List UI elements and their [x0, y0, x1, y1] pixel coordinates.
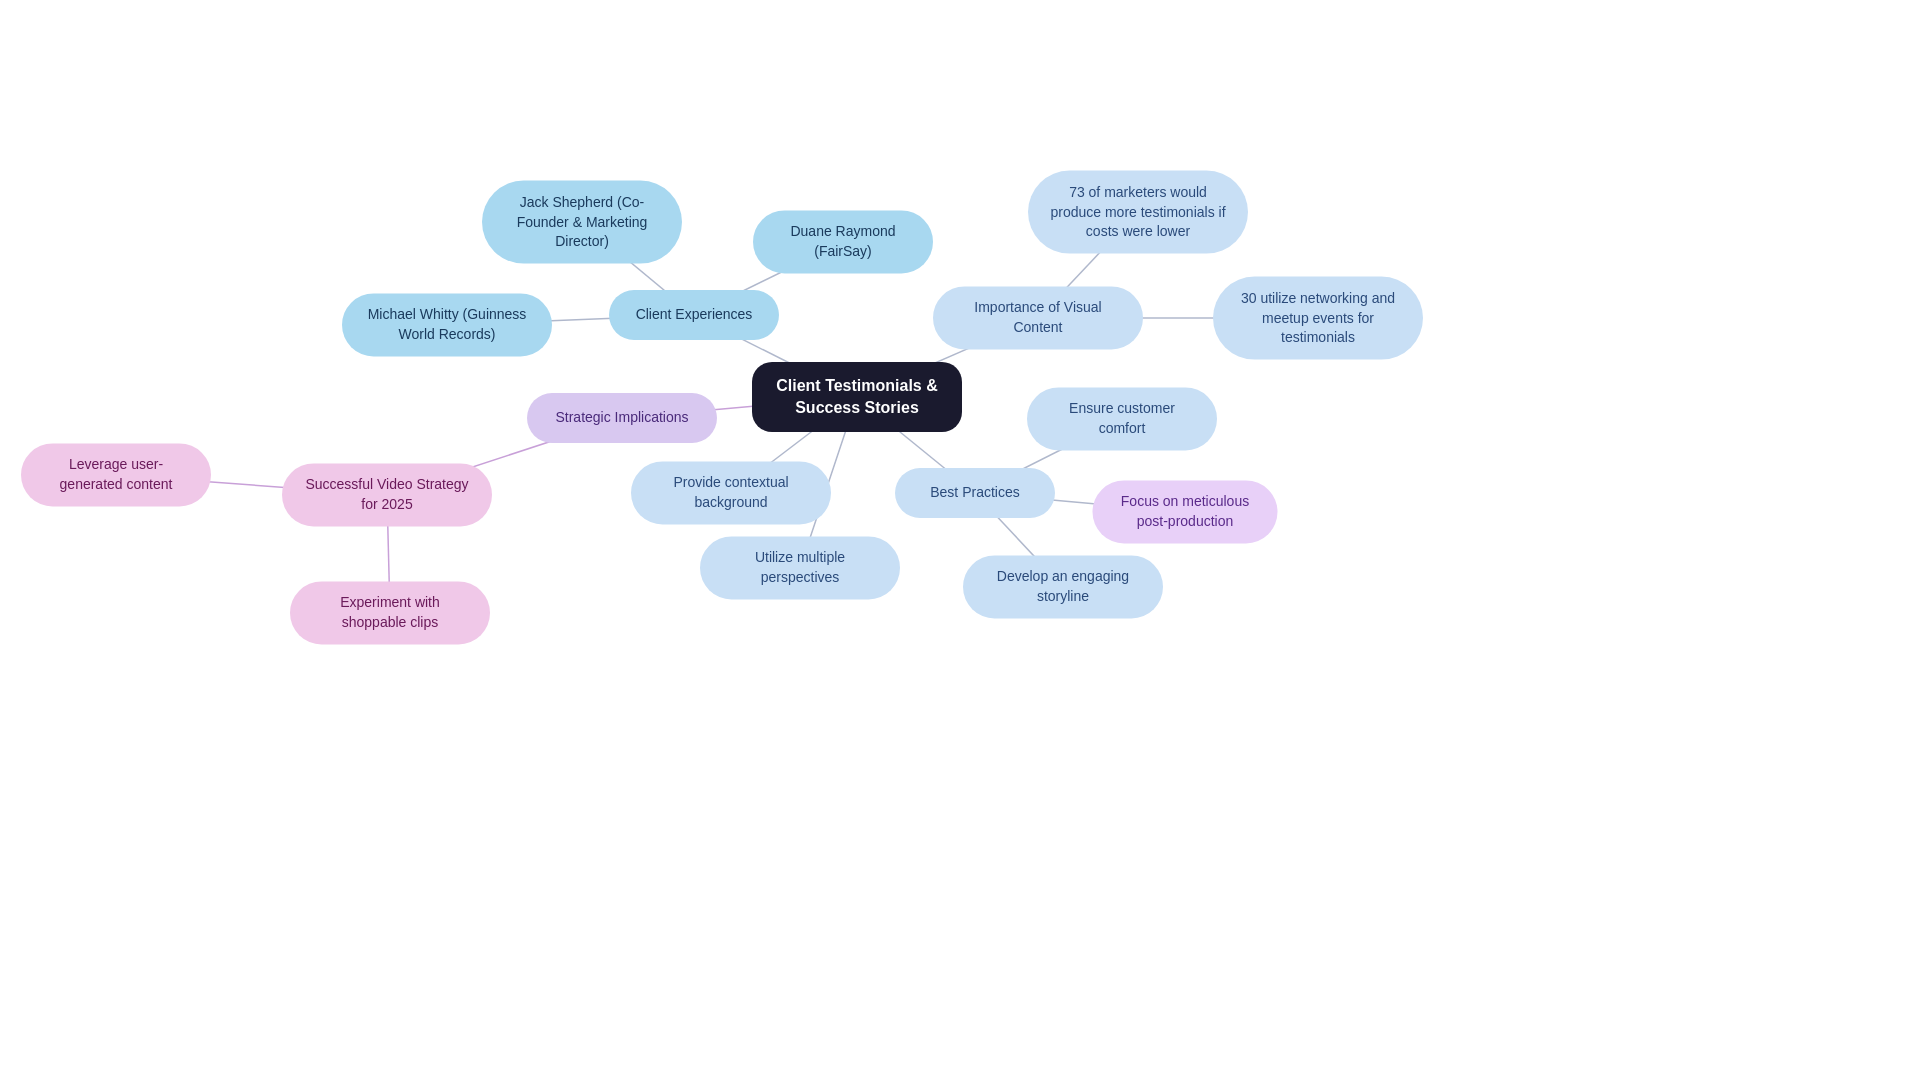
- 73-marketers-node[interactable]: 73 of marketers would produce more testi…: [1028, 171, 1248, 254]
- connections-svg: [0, 0, 1920, 1083]
- successful-video-strategy-node[interactable]: Successful Video Strategy for 2025: [282, 463, 492, 526]
- utilize-multiple-node[interactable]: Utilize multiple perspectives: [700, 536, 900, 599]
- duane-raymond-node[interactable]: Duane Raymond (FairSay): [753, 210, 933, 273]
- focus-meticulous-node[interactable]: Focus on meticulous post-production: [1093, 480, 1278, 543]
- mind-map: Client Testimonials & Success Stories Cl…: [0, 0, 1920, 1083]
- michael-whitty-node[interactable]: Michael Whitty (Guinness World Records): [342, 293, 552, 356]
- strategic-implications-node[interactable]: Strategic Implications: [527, 393, 717, 443]
- develop-engaging-node[interactable]: Develop an engaging storyline: [963, 555, 1163, 618]
- jack-shepherd-node[interactable]: Jack Shepherd (Co-Founder & Marketing Di…: [482, 181, 682, 264]
- 30-networking-node[interactable]: 30 utilize networking and meetup events …: [1213, 277, 1423, 360]
- provide-contextual-node[interactable]: Provide contextual background: [631, 461, 831, 524]
- importance-visual-node[interactable]: Importance of Visual Content: [933, 286, 1143, 349]
- ensure-customer-comfort-node[interactable]: Ensure customer comfort: [1027, 387, 1217, 450]
- client-experiences-node[interactable]: Client Experiences: [609, 290, 779, 340]
- best-practices-node[interactable]: Best Practices: [895, 468, 1055, 518]
- leverage-user-generated-node[interactable]: Leverage user-generated content: [21, 443, 211, 506]
- center-node[interactable]: Client Testimonials & Success Stories: [752, 362, 962, 432]
- experiment-shoppable-node[interactable]: Experiment with shoppable clips: [290, 581, 490, 644]
